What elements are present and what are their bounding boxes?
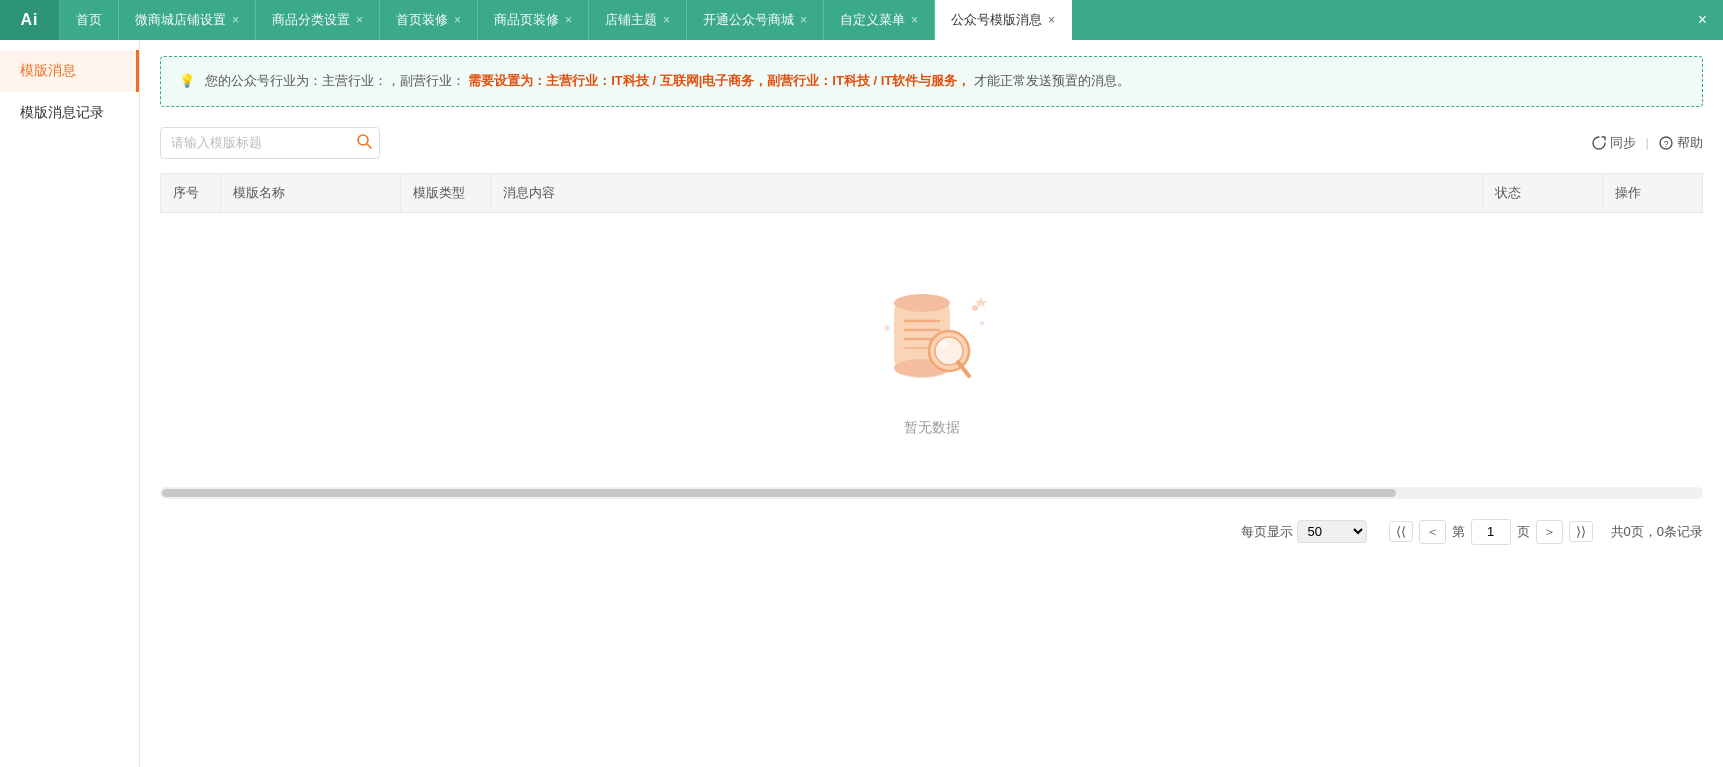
app-logo: Ai bbox=[0, 0, 60, 40]
tab-template-msg[interactable]: 公众号模版消息 × bbox=[935, 0, 1072, 40]
tab-bar: Ai 首页 微商城店铺设置 × 商品分类设置 × 首页装修 × 商品页装修 × … bbox=[0, 0, 1723, 40]
horizontal-scrollbar[interactable] bbox=[160, 487, 1703, 499]
col-header-type: 模版类型 bbox=[401, 173, 491, 212]
content-area: 💡 您的公众号行业为：主营行业：，副营行业： 需要设置为：主营行业：IT科技 /… bbox=[140, 40, 1723, 767]
col-header-action: 操作 bbox=[1603, 173, 1703, 212]
svg-point-6 bbox=[894, 294, 950, 312]
tab-home[interactable]: 首页 bbox=[60, 0, 119, 40]
search-bar: 同步 | ? 帮助 bbox=[160, 127, 1703, 159]
tab-close-custom-menu[interactable]: × bbox=[911, 13, 918, 27]
table-header-row: 序号 模版名称 模版类型 消息内容 状态 操作 bbox=[161, 173, 1703, 212]
tab-close-product-decor[interactable]: × bbox=[565, 13, 572, 27]
tab-product-decor[interactable]: 商品页装修 × bbox=[478, 0, 589, 40]
col-header-seq: 序号 bbox=[161, 173, 221, 212]
pagination: 每页显示 10 20 50 100 ⟨⟨ ＜ 第 页 ＞ ⟩⟩ 共0页，0条记录 bbox=[160, 509, 1703, 545]
notice-icon: 💡 bbox=[179, 73, 195, 88]
empty-text: 暂无数据 bbox=[904, 419, 960, 437]
tab-product-category[interactable]: 商品分类设置 × bbox=[256, 0, 380, 40]
svg-point-15 bbox=[939, 341, 947, 349]
search-icon bbox=[356, 133, 372, 149]
svg-point-16 bbox=[972, 305, 978, 311]
next-page-button[interactable]: ＞ bbox=[1536, 520, 1563, 544]
first-page-button[interactable]: ⟨⟨ bbox=[1389, 521, 1413, 542]
tab-close-product-category[interactable]: × bbox=[356, 13, 363, 27]
global-close-button[interactable]: × bbox=[1682, 11, 1723, 29]
page-size-label: 每页显示 bbox=[1241, 523, 1293, 541]
page-size-select[interactable]: 10 20 50 100 bbox=[1297, 520, 1367, 543]
scrollbar-thumb[interactable] bbox=[162, 489, 1396, 497]
tab-custom-menu[interactable]: 自定义菜单 × bbox=[824, 0, 935, 40]
help-icon: ? bbox=[1659, 136, 1673, 150]
tab-close-shop-theme[interactable]: × bbox=[663, 13, 670, 27]
svg-point-17 bbox=[980, 321, 984, 325]
data-table: 序号 模版名称 模版类型 消息内容 状态 操作 bbox=[160, 173, 1703, 477]
svg-line-1 bbox=[367, 144, 371, 148]
tab-close-open-wechat-shop[interactable]: × bbox=[800, 13, 807, 27]
search-input-wrap bbox=[160, 127, 380, 159]
col-header-status: 状态 bbox=[1483, 173, 1603, 212]
tab-open-wechat-shop[interactable]: 开通公众号商城 × bbox=[687, 0, 824, 40]
tab-close-template-msg[interactable]: × bbox=[1048, 13, 1055, 27]
notice-box: 💡 您的公众号行业为：主营行业：，副营行业： 需要设置为：主营行业：IT科技 /… bbox=[160, 56, 1703, 107]
tab-micro-shop-settings[interactable]: 微商城店铺设置 × bbox=[119, 0, 256, 40]
prev-page-button[interactable]: ＜ bbox=[1419, 520, 1446, 544]
search-button[interactable] bbox=[356, 133, 372, 153]
sync-icon bbox=[1592, 136, 1606, 150]
col-header-name: 模版名称 bbox=[221, 173, 401, 212]
sync-button[interactable]: 同步 bbox=[1592, 134, 1636, 152]
notice-prefix-text: 您的公众号行业为：主营行业：，副营行业： bbox=[205, 73, 465, 88]
svg-text:?: ? bbox=[1663, 139, 1668, 149]
sidebar: 模版消息 模版消息记录 bbox=[0, 40, 140, 767]
search-input[interactable] bbox=[160, 127, 380, 159]
page-label: 第 bbox=[1452, 523, 1465, 541]
tab-home-decor[interactable]: 首页装修 × bbox=[380, 0, 478, 40]
sidebar-item-template-msg[interactable]: 模版消息 bbox=[0, 50, 139, 92]
empty-illustration bbox=[867, 273, 997, 403]
page-number-input[interactable] bbox=[1471, 519, 1511, 545]
sidebar-item-template-msg-records[interactable]: 模版消息记录 bbox=[0, 92, 139, 134]
notice-suffix-text: 才能正常发送预置的消息。 bbox=[974, 73, 1130, 88]
help-button[interactable]: ? 帮助 bbox=[1659, 134, 1703, 152]
tab-shop-theme[interactable]: 店铺主题 × bbox=[589, 0, 687, 40]
toolbar-divider: | bbox=[1646, 135, 1649, 150]
notice-highlight-text: 需要设置为：主营行业：IT科技 / 互联网|电子商务，副营行业：IT科技 / I… bbox=[468, 73, 970, 88]
tab-close-home-decor[interactable]: × bbox=[454, 13, 461, 27]
col-header-content: 消息内容 bbox=[491, 173, 1483, 212]
page-size-select-wrap: 每页显示 10 20 50 100 bbox=[1241, 520, 1367, 543]
svg-point-18 bbox=[884, 325, 889, 330]
page-suffix: 页 bbox=[1517, 523, 1530, 541]
tab-close-micro-shop-settings[interactable]: × bbox=[232, 13, 239, 27]
page-total-info: 共0页，0条记录 bbox=[1611, 523, 1703, 541]
main-layout: 模版消息 模版消息记录 💡 您的公众号行业为：主营行业：，副营行业： 需要设置为… bbox=[0, 40, 1723, 767]
empty-row: 暂无数据 bbox=[161, 212, 1703, 477]
toolbar-right: 同步 | ? 帮助 bbox=[1592, 134, 1703, 152]
last-page-button[interactable]: ⟩⟩ bbox=[1569, 521, 1593, 542]
empty-state: 暂无数据 bbox=[161, 213, 1703, 477]
